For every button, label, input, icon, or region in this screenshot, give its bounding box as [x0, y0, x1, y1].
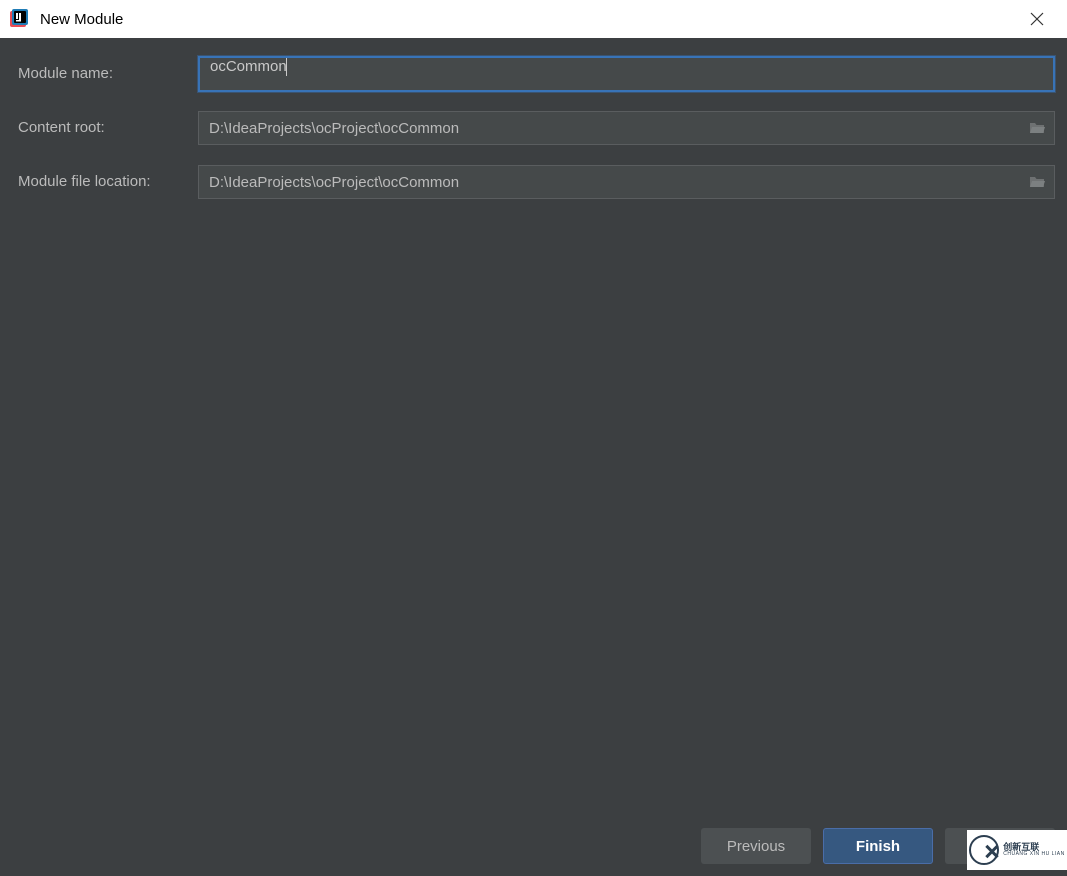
module-file-location-field[interactable]: D:\IdeaProjects\ocProject\ocCommon: [198, 165, 1055, 199]
content-root-value: D:\IdeaProjects\ocProject\ocCommon: [209, 120, 1020, 137]
close-icon: [1030, 12, 1044, 26]
folder-icon: [1029, 121, 1045, 135]
module-file-location-browse-button[interactable]: [1020, 166, 1054, 198]
finish-button[interactable]: Finish: [823, 828, 933, 864]
module-name-label: Module name:: [18, 56, 198, 92]
title-left: New Module: [10, 9, 123, 29]
module-name-input[interactable]: ocCommon: [198, 56, 1055, 92]
module-name-row: Module name: ocCommon: [18, 56, 1055, 92]
close-button[interactable]: [1017, 0, 1057, 38]
module-file-location-value: D:\IdeaProjects\ocProject\ocCommon: [209, 174, 1020, 191]
text-cursor: [286, 58, 287, 76]
content-root-field[interactable]: D:\IdeaProjects\ocProject\ocCommon: [198, 111, 1055, 145]
module-file-location-row: Module file location: D:\IdeaProjects\oc…: [18, 164, 1055, 200]
watermark-icon: [969, 835, 999, 865]
module-name-value: ocCommon: [210, 58, 287, 75]
window-title: New Module: [40, 11, 123, 28]
form-area: Module name: ocCommon Content root: D:\I…: [0, 38, 1067, 230]
intellij-icon: [10, 9, 30, 29]
title-bar: New Module: [0, 0, 1067, 38]
content-root-row: Content root: D:\IdeaProjects\ocProject\…: [18, 110, 1055, 146]
module-file-location-label: Module file location:: [18, 164, 198, 200]
watermark-logo: 创新互联 CHUANG XIN HU LIAN: [967, 830, 1067, 870]
folder-icon: [1029, 175, 1045, 189]
content-root-browse-button[interactable]: [1020, 112, 1054, 144]
watermark-sub: CHUANG XIN HU LIAN: [1003, 852, 1065, 857]
previous-button[interactable]: Previous: [701, 828, 811, 864]
content-root-label: Content root:: [18, 110, 198, 146]
watermark-text: 创新互联 CHUANG XIN HU LIAN: [1003, 843, 1065, 857]
